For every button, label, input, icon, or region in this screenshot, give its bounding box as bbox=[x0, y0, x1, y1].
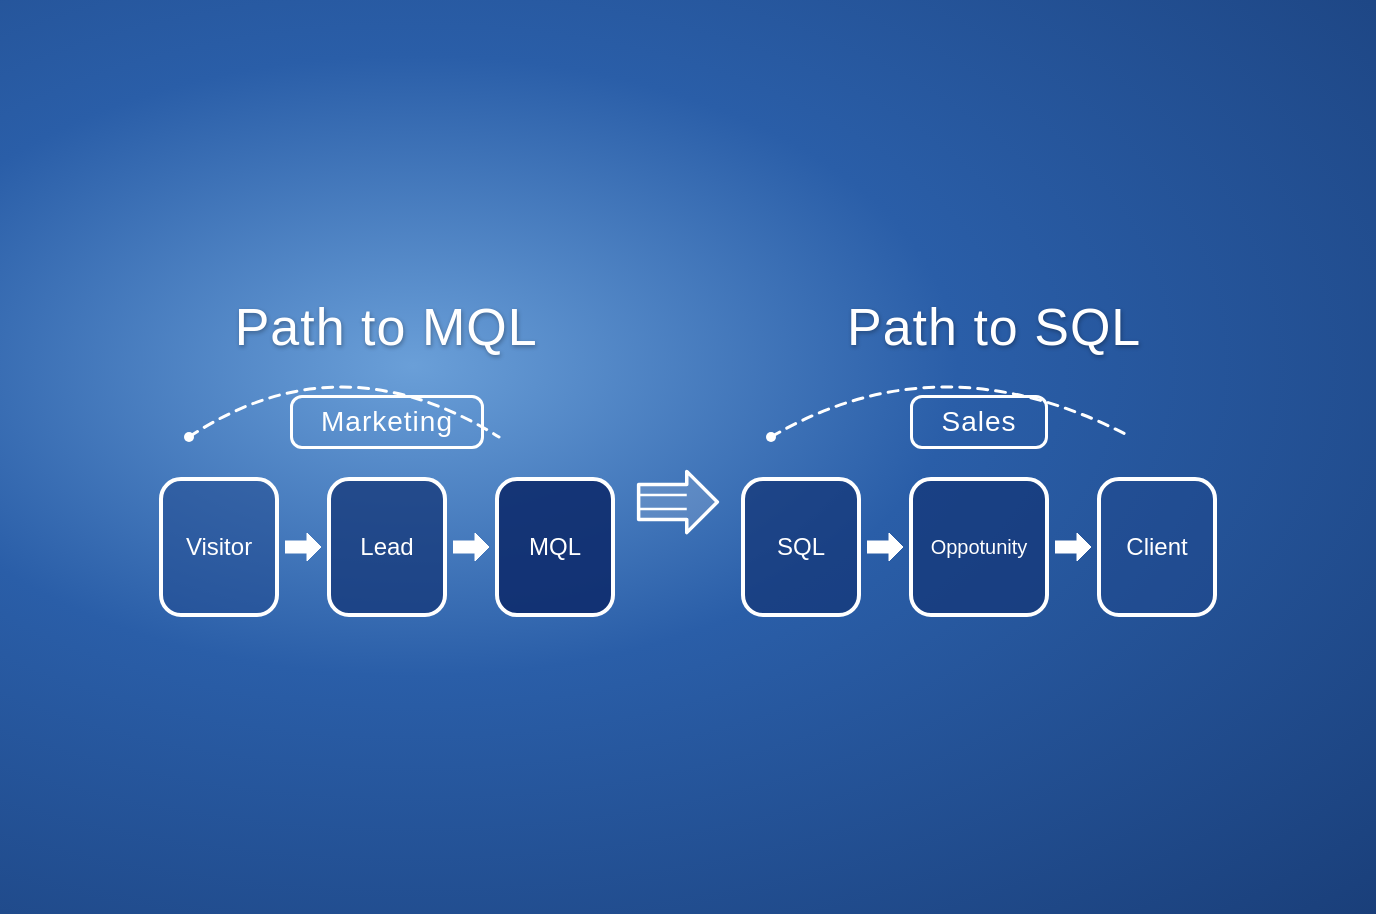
right-title: Path to SQL bbox=[847, 297, 1141, 357]
left-title: Path to MQL bbox=[235, 297, 538, 357]
left-nodes-row: Visitor Lead bbox=[159, 477, 615, 617]
diagram-area: Marketing Visitor Lead bbox=[0, 387, 1376, 617]
lead-node: Lead bbox=[327, 477, 447, 617]
small-arrow-svg-4 bbox=[1055, 533, 1091, 561]
opportunity-node: Oppotunity bbox=[909, 477, 1049, 617]
sql-node: SQL bbox=[741, 477, 861, 617]
main-container: Path to MQL Path to SQL Marketing Visit bbox=[0, 0, 1376, 914]
visitor-node: Visitor bbox=[159, 477, 279, 617]
right-nodes-row: SQL Oppotunity bbox=[741, 477, 1217, 617]
left-section: Marketing Visitor Lead bbox=[159, 387, 615, 617]
svg-marker-7 bbox=[1055, 533, 1091, 561]
marketing-label: Marketing bbox=[290, 395, 484, 449]
big-arrow-mql-sql bbox=[633, 467, 723, 537]
arrow-lead-mql bbox=[453, 533, 489, 561]
titles-row: Path to MQL Path to SQL bbox=[0, 297, 1376, 357]
arrow-visitor-lead bbox=[285, 533, 321, 561]
small-arrow-svg-3 bbox=[867, 533, 903, 561]
marketing-label-area: Marketing bbox=[159, 387, 615, 457]
sales-label-area: Sales bbox=[741, 387, 1217, 457]
sales-label: Sales bbox=[910, 395, 1047, 449]
small-arrow-svg bbox=[285, 533, 321, 561]
arrow-opp-client bbox=[1055, 533, 1091, 561]
arrow-sql-opp bbox=[867, 533, 903, 561]
big-double-arrow-svg bbox=[633, 467, 723, 537]
svg-point-0 bbox=[184, 432, 194, 442]
client-node: Client bbox=[1097, 477, 1217, 617]
svg-point-5 bbox=[766, 432, 776, 442]
small-arrow-svg-2 bbox=[453, 533, 489, 561]
svg-marker-1 bbox=[285, 533, 321, 561]
svg-marker-2 bbox=[453, 533, 489, 561]
svg-marker-6 bbox=[867, 533, 903, 561]
mql-node: MQL bbox=[495, 477, 615, 617]
right-section: Sales SQL Oppotunity bbox=[741, 387, 1217, 617]
